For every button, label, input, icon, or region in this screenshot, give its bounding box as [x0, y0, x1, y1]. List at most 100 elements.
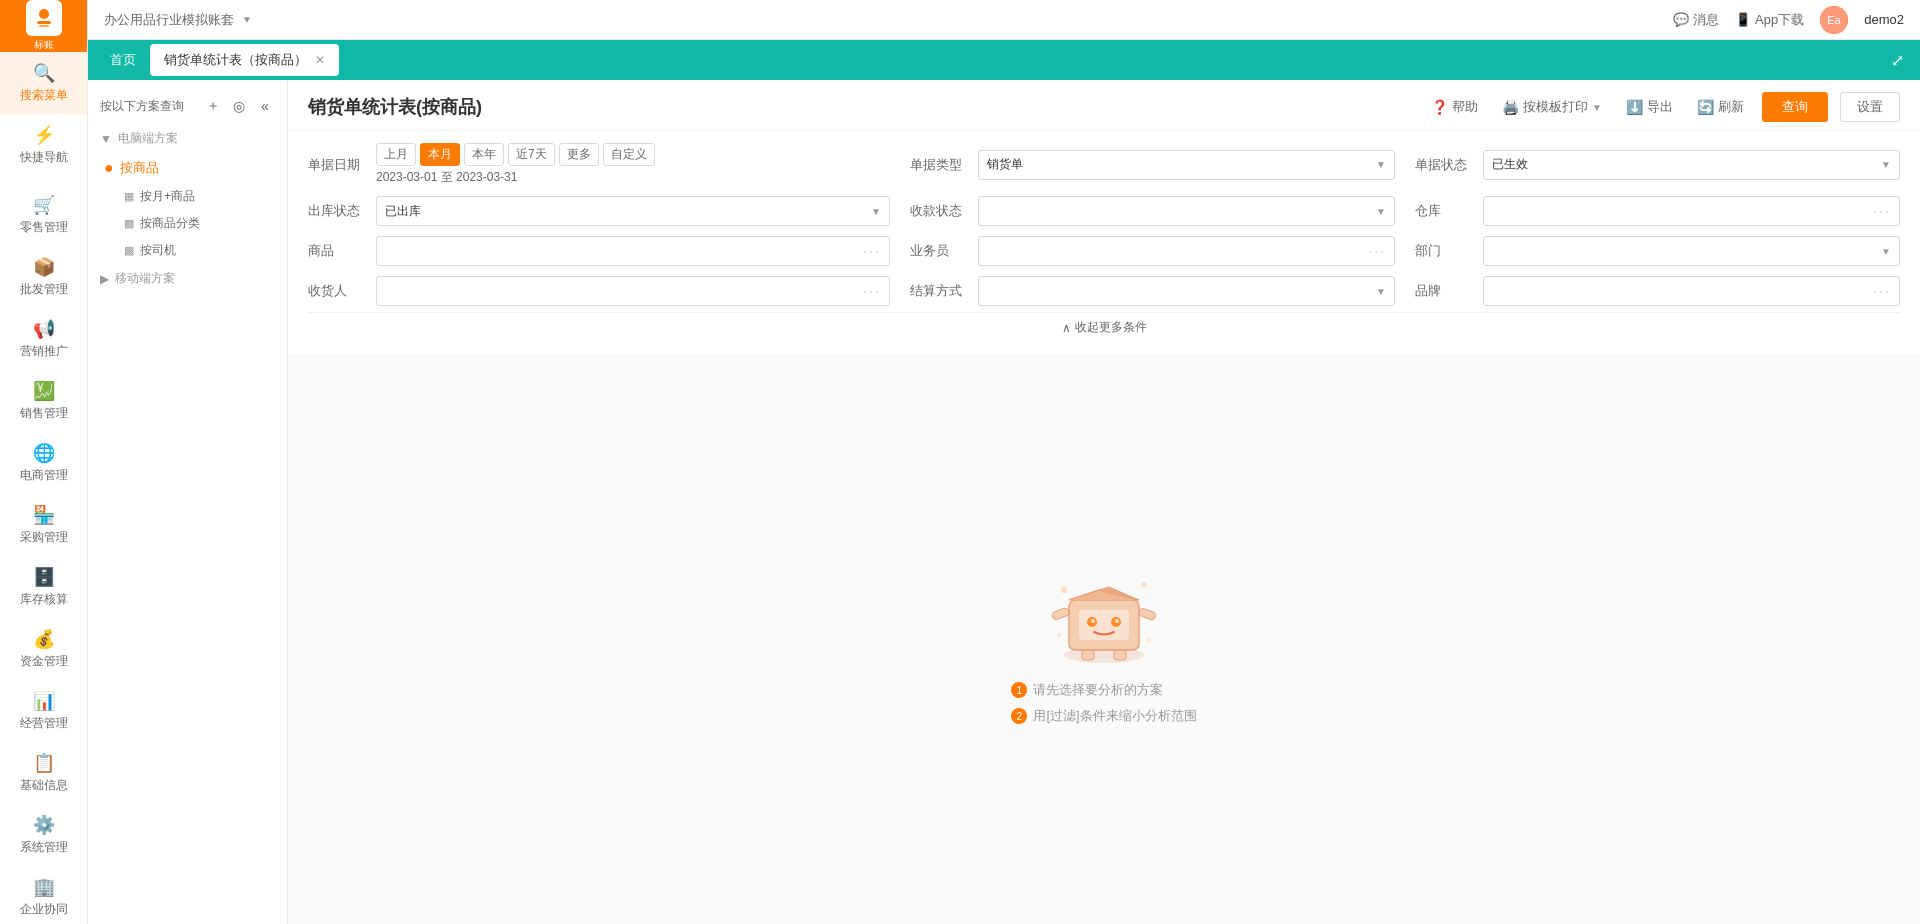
message-label: 消息: [1693, 11, 1719, 29]
filter-out-status: 出库状态 已出库 ▼: [308, 196, 890, 226]
sidebar-item-enterprise[interactable]: 🏢 企业协同: [0, 866, 88, 924]
date-btn-custom[interactable]: 自定义: [603, 143, 655, 166]
sidebar-item-system[interactable]: ⚙️ 系统管理: [0, 804, 88, 866]
help-icon: ❓: [1431, 99, 1448, 115]
tree-section-arrow: ▼: [100, 132, 112, 146]
help-btn[interactable]: ❓ 帮助: [1425, 94, 1484, 120]
tab-active[interactable]: 销货单统计表（按商品） ✕: [150, 44, 339, 76]
svg-rect-12: [1051, 607, 1070, 620]
svg-rect-14: [1082, 650, 1094, 660]
svg-point-19: [1147, 638, 1151, 642]
collapse-up-icon: ∧: [1062, 321, 1071, 335]
brand-label: 品牌: [1415, 282, 1475, 300]
out-status-control[interactable]: 已出库 ▼: [376, 196, 890, 226]
tree-section-mobile[interactable]: ▶ 移动端方案: [88, 264, 287, 293]
filter-doc-type: 单据类型 销货单 ▼: [910, 150, 1395, 180]
inventory-icon: 🗄️: [33, 566, 55, 588]
doc-type-control[interactable]: 销货单 ▼: [978, 150, 1395, 180]
message-btn[interactable]: 💬 消息: [1673, 11, 1719, 29]
payment-control[interactable]: ▼: [978, 276, 1395, 306]
query-btn[interactable]: 查询: [1762, 92, 1828, 122]
collapse-bar[interactable]: ∧ 收起更多条件: [308, 312, 1900, 342]
lp-config-icon[interactable]: ◎: [229, 96, 249, 116]
sidebar-item-ecom[interactable]: 🌐 电商管理: [0, 432, 88, 494]
sidebar-ecom-label: 电商管理: [20, 467, 68, 484]
topbar-dropdown-icon[interactable]: ▼: [242, 14, 252, 25]
username-label[interactable]: demo2: [1864, 12, 1904, 27]
content-area: 按以下方案查询 ＋ ◎ « ▼ 电脑端方案 ● 按商品 ▦ 按月+商品: [88, 80, 1920, 924]
date-btn-last-month[interactable]: 上月: [376, 143, 416, 166]
filter-row-3: 商品 ··· 业务员 ···: [308, 236, 1900, 266]
recv-status-dropdown: ▼: [1376, 206, 1386, 217]
tree-item-by-driver[interactable]: ▩ 按司机: [88, 237, 287, 264]
date-btn-this-year[interactable]: 本年: [464, 143, 504, 166]
sidebar-item-operation[interactable]: 📊 经营管理: [0, 680, 88, 742]
filter-area: 单据日期 上月 本月 本年 近7天 更多 自定义 2023-03-01 至 20…: [288, 131, 1920, 354]
doc-type-label: 单据类型: [910, 156, 970, 174]
brand-dots: ···: [1873, 283, 1891, 299]
date-btn-this-month[interactable]: 本月: [420, 143, 460, 166]
print-label: 按模板打印: [1523, 98, 1588, 116]
app-download-btn[interactable]: 📱 App下载: [1735, 11, 1804, 29]
sidebar-enterprise-label: 企业协同: [20, 901, 68, 918]
tab-home[interactable]: 首页: [96, 44, 150, 76]
wholesale-icon: 📦: [33, 256, 55, 278]
topbar-left: 办公用品行业模拟账套 ▼: [104, 11, 252, 29]
sidebar-item-retail[interactable]: 🛒 零售管理: [0, 184, 88, 246]
goods-control[interactable]: ···: [376, 236, 890, 266]
print-btn[interactable]: 🖨️ 按模板打印 ▼: [1496, 94, 1608, 120]
sidebar-item-wholesale[interactable]: 📦 批发管理: [0, 246, 88, 308]
lp-collapse-icon[interactable]: «: [255, 96, 275, 116]
tree-item-by-month-product[interactable]: ▦ 按月+商品: [88, 183, 287, 210]
tab-maximize-icon[interactable]: ⤢: [1883, 51, 1912, 70]
app-logo: 标账: [0, 0, 88, 52]
right-content: 销货单统计表(按商品) ❓ 帮助 🖨️ 按模板打印 ▼ ⬇️ 导出: [288, 80, 1920, 924]
sidebar-item-basic[interactable]: 📋 基础信息: [0, 742, 88, 804]
sidebar-item-purchase[interactable]: 🏪 采购管理: [0, 494, 88, 556]
date-btn-7days[interactable]: 近7天: [508, 143, 555, 166]
dept-control[interactable]: ▼: [1483, 236, 1900, 266]
warehouse-control[interactable]: ···: [1483, 196, 1900, 226]
export-btn[interactable]: ⬇️ 导出: [1620, 94, 1679, 120]
goods-dots: ···: [863, 243, 881, 259]
sidebar-purchase-label: 采购管理: [20, 529, 68, 546]
sidebar-item-marketing[interactable]: 📢 营销推广: [0, 308, 88, 370]
tree-section-desktop[interactable]: ▼ 电脑端方案: [88, 124, 287, 153]
refresh-btn[interactable]: 🔄 刷新: [1691, 94, 1750, 120]
sidebar-item-inventory[interactable]: 🗄️ 库存核算: [0, 556, 88, 618]
sidebar-item-finance[interactable]: 💰 资金管理: [0, 618, 88, 680]
purchase-icon: 🏪: [33, 504, 55, 526]
date-btn-more[interactable]: 更多: [559, 143, 599, 166]
user-avatar[interactable]: Ea: [1820, 6, 1848, 34]
settings-btn[interactable]: 设置: [1840, 92, 1900, 122]
svg-point-0: [39, 9, 49, 19]
sidebar-item-quicknav[interactable]: ⚡ 快捷导航: [0, 114, 88, 176]
refresh-icon: 🔄: [1697, 99, 1714, 115]
tip-num-1: 1: [1011, 682, 1027, 698]
recv-status-control[interactable]: ▼: [978, 196, 1395, 226]
tree-item-by-category[interactable]: ▩ 按商品分类: [88, 210, 287, 237]
print-dropdown-icon[interactable]: ▼: [1592, 102, 1602, 113]
topbar: 办公用品行业模拟账套 ▼ 💬 消息 📱 App下载 Ea demo2: [88, 0, 1920, 40]
filter-dept: 部门 ▼: [1415, 236, 1900, 266]
brand-control[interactable]: ···: [1483, 276, 1900, 306]
svg-rect-13: [1138, 608, 1157, 621]
salesperson-control[interactable]: ···: [978, 236, 1395, 266]
filter-doc-status: 单据状态 已生效 ▼: [1415, 150, 1900, 180]
doc-status-control[interactable]: 已生效 ▼: [1483, 150, 1900, 180]
sidebar-item-search[interactable]: 🔍 搜索菜单: [0, 52, 88, 114]
tip-num-2: 2: [1011, 708, 1027, 724]
basic-icon: 📋: [33, 752, 55, 774]
doc-type-value: 销货单: [987, 156, 1023, 173]
filter-row-4: 收货人 ··· 结算方式 ▼: [308, 276, 1900, 306]
filter-date: 单据日期 上月 本月 本年 近7天 更多 自定义 2023-03-01 至 20…: [308, 143, 890, 186]
sidebar-item-sales[interactable]: 💹 销售管理: [0, 370, 88, 432]
tab-home-label: 首页: [110, 51, 136, 69]
recipient-control[interactable]: ···: [376, 276, 890, 306]
sales-icon: 💹: [33, 380, 55, 402]
tree-item-by-product[interactable]: ● 按商品: [88, 153, 287, 183]
filter-brand: 品牌 ···: [1415, 276, 1900, 306]
tab-close-icon[interactable]: ✕: [315, 53, 325, 67]
empty-tip-2: 2 用[过滤]条件来缩小分析范围: [1011, 707, 1196, 725]
lp-add-icon[interactable]: ＋: [203, 96, 223, 116]
